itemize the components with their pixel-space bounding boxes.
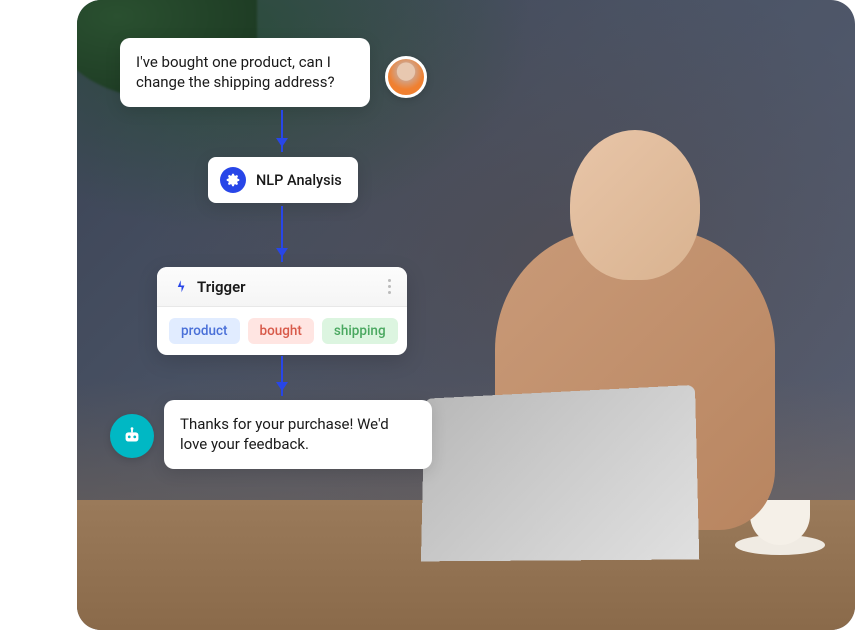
bot-message-bubble: Thanks for your purchase! We'd love your… [164, 400, 432, 469]
user-message-bubble: I've bought one product, can I change th… [120, 38, 370, 107]
flow-arrow [281, 110, 283, 152]
trigger-header: Trigger [157, 267, 407, 307]
person-head [570, 130, 700, 280]
robot-icon [121, 425, 143, 447]
tag-bought: bought [248, 318, 314, 344]
nlp-label: NLP Analysis [256, 172, 342, 189]
tag-product: product [169, 318, 240, 344]
trigger-tags: product bought shipping [157, 307, 407, 355]
user-avatar [385, 56, 427, 98]
kebab-menu-icon[interactable] [386, 277, 393, 296]
bolt-icon [171, 278, 189, 296]
laptop-screen [421, 385, 699, 562]
gear-icon [220, 167, 246, 193]
flow-arrow [281, 356, 283, 396]
trigger-card: Trigger product bought shipping [157, 267, 407, 355]
tag-shipping: shipping [322, 318, 398, 344]
laptop [415, 390, 715, 570]
bot-avatar [110, 414, 154, 458]
user-message-text: I've bought one product, can I change th… [136, 53, 335, 91]
bot-message-text: Thanks for your purchase! We'd love your… [180, 415, 389, 453]
flow-arrow [281, 206, 283, 262]
nlp-analysis-card: NLP Analysis [208, 157, 358, 203]
trigger-title: Trigger [197, 278, 386, 296]
